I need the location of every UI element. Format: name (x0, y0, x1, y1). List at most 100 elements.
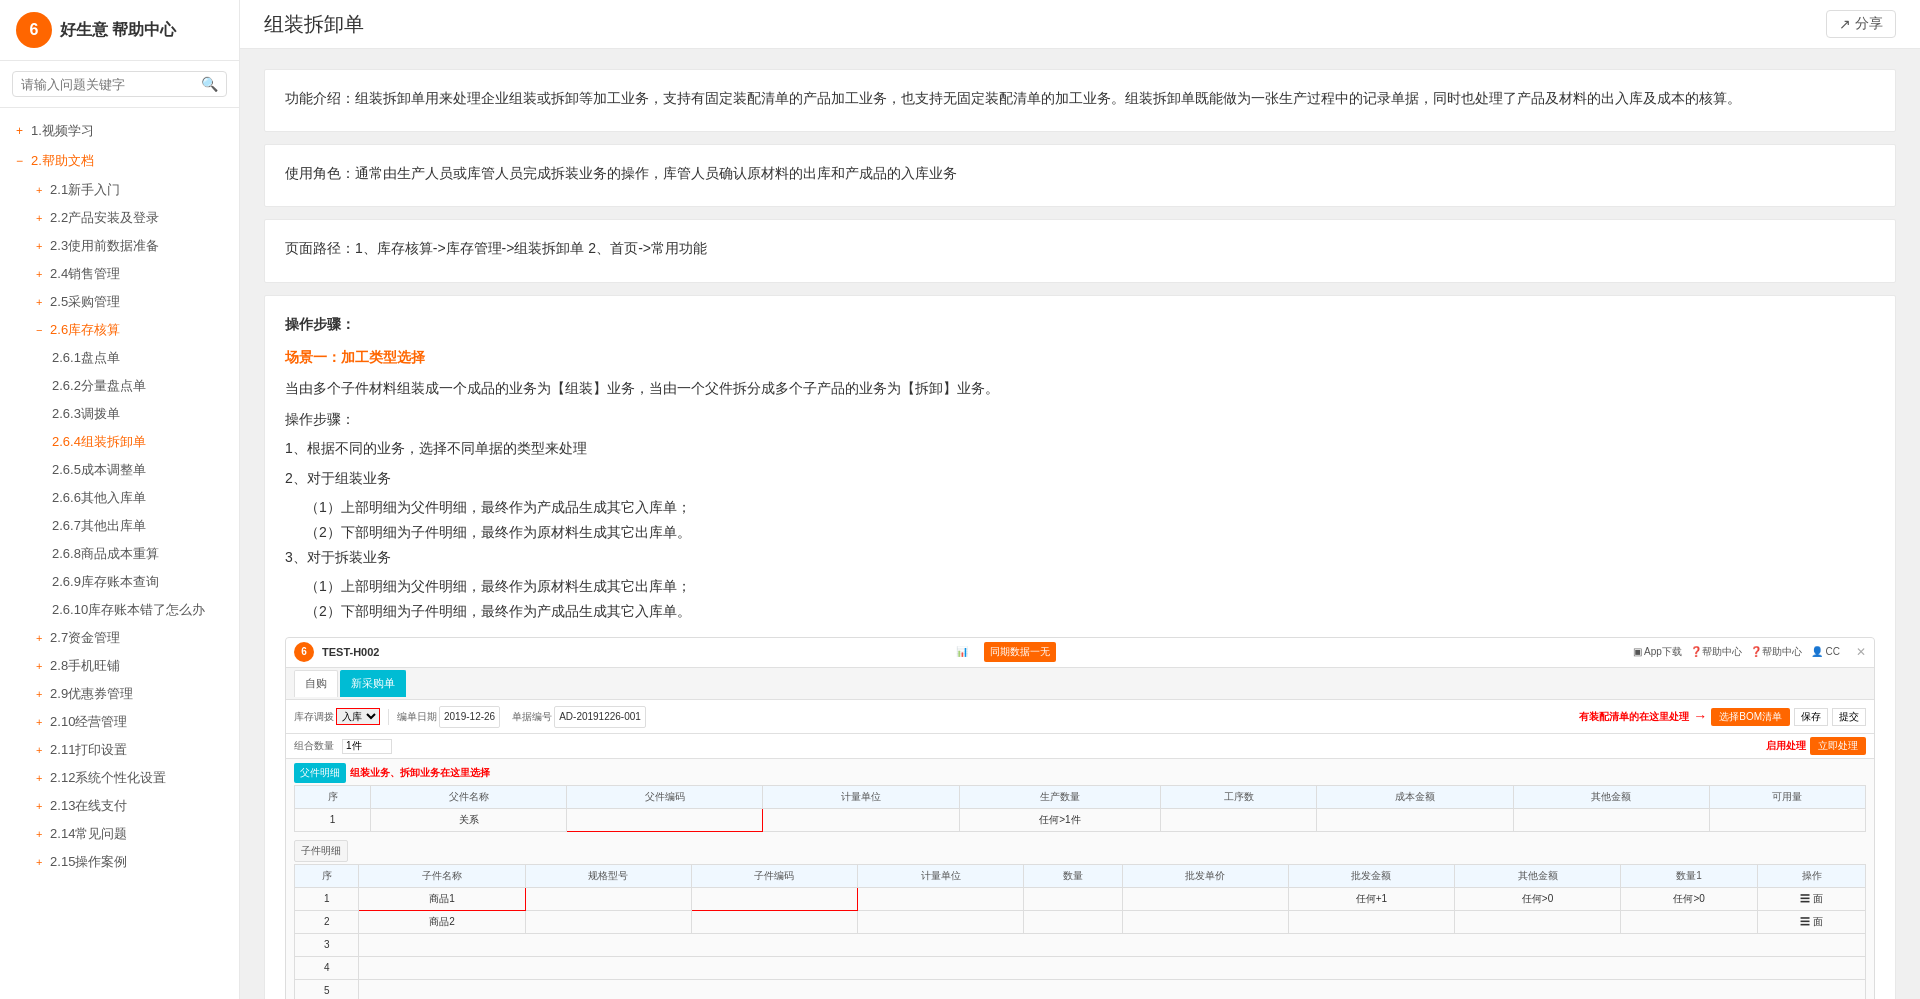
table-row: 1 关系 任何>1件 (295, 809, 1866, 832)
main-area: 组装拆卸单 ↗ 分享 功能介绍：组装拆卸单用来处理企业组装或拆卸等加工业务，支持… (240, 0, 1920, 999)
col-spec: 规格型号 (525, 865, 691, 888)
ss-nav-tabs: 自购 新采购单 (286, 668, 1874, 700)
ss-close-icon[interactable]: ✕ (1856, 642, 1866, 664)
ss-tab-zigou[interactable]: 自购 (294, 670, 338, 697)
share-button[interactable]: ↗ 分享 (1826, 10, 1896, 38)
ss-submit-btn[interactable]: 提交 (1832, 708, 1866, 726)
ss-bom-btn[interactable]: 选择BOM清单 (1711, 708, 1790, 726)
sidebar-item-label: 1.视频学习 (31, 122, 94, 140)
sidebar-item-sysconfig[interactable]: + 2.12系统个性化设置 (0, 764, 239, 792)
ss-enable-btn[interactable]: 立即处理 (1810, 737, 1866, 755)
content-area: 功能介绍：组装拆卸单用来处理企业组装或拆卸等加工业务，支持有固定装配清单的产品加… (240, 49, 1920, 999)
col-unit: 计量单位 (763, 786, 959, 809)
step3-1: （1）上部明细为父件明细，最终作为原材料生成其它出库单； (305, 574, 1875, 599)
sidebar-item-print[interactable]: + 2.11打印设置 (0, 736, 239, 764)
cell-code (691, 888, 857, 911)
steps-title: 操作步骤： (285, 312, 1875, 337)
table-row: 3 (295, 934, 1866, 957)
sidebar-item-adjust[interactable]: 2.6.3调拨单 (0, 400, 239, 428)
sidebar-item-sales[interactable]: + 2.4销售管理 (0, 260, 239, 288)
search-box[interactable]: 🔍 (12, 71, 227, 97)
ss-upper-title: 父件明细 (294, 763, 346, 783)
ss-date-value: 2019-12-26 (439, 706, 500, 728)
cell-spec (525, 888, 691, 911)
col-qty2: 数量1 (1621, 865, 1758, 888)
ss-brand: TEST-H002 (322, 643, 379, 663)
scenario1-desc: 当由多个子件材料组装成一个成品的业务为【组装】业务，当由一个父件拆分成多个子产品… (285, 376, 1875, 401)
ss-lower-label-row: 子件明细 (294, 840, 1866, 862)
path-text: 页面路径：1、库存核算->库存管理->组装拆卸单 2、首页->常用功能 (285, 236, 1875, 261)
sidebar-item-install[interactable]: + 2.2产品安装及登录 (0, 204, 239, 232)
ss-field-billno: 单据编号 AD-20191226-001 (512, 706, 646, 728)
ss-save-btn[interactable]: 保存 (1794, 708, 1828, 726)
ss-qty-input[interactable] (342, 739, 392, 754)
sidebar-item-cost[interactable]: 2.6.5成本调整单 (0, 456, 239, 484)
ss-type-label: 库存调拨 (294, 708, 334, 726)
sidebar-item-cases[interactable]: + 2.15操作案例 (0, 848, 239, 876)
role-card: 使用角色：通常由生产人员或库管人员完成拆装业务的操作，库管人员确认原材料的出库和… (264, 144, 1896, 207)
sidebar-item-goodscost[interactable]: 2.6.8商品成本重算 (0, 540, 239, 568)
col-prodqty: 生产数量 (959, 786, 1161, 809)
cell-avail (1709, 809, 1865, 832)
sidebar-item-stockerr[interactable]: 2.6.10库存账本错了怎么办 (0, 596, 239, 624)
sidebar-item-faq[interactable]: + 2.14常见问题 (0, 820, 239, 848)
col-seq: 序 (295, 865, 359, 888)
col-amount: 批发金额 (1288, 865, 1454, 888)
cell-qty (1024, 888, 1122, 911)
sidebar-item-purchase[interactable]: + 2.5采购管理 (0, 288, 239, 316)
col-parent-name: 父件名称 (371, 786, 567, 809)
app-window-header: 6 TEST-H002 📊 同期数据一无 ▣ App下载 ❓帮助中心 ❓帮助中心… (286, 638, 1874, 669)
sidebar-item-newbie[interactable]: + 2.1新手入门 (0, 176, 239, 204)
search-area: 🔍 (0, 61, 239, 108)
col-child-code: 子件编码 (691, 865, 857, 888)
ss-tab-new[interactable]: 新采购单 (340, 670, 406, 697)
col-workers: 工序数 (1161, 786, 1317, 809)
sidebar-item-money[interactable]: + 2.7资金管理 (0, 624, 239, 652)
ss-toolbar: 库存调拨 入库 编单日期 2019-12-26 单据编号 AD-20191226… (286, 700, 1874, 734)
cell-price (1122, 888, 1288, 911)
sidebar-item-stocktake[interactable]: 2.6.1盘点单 (0, 344, 239, 372)
sidebar-item-partial[interactable]: 2.6.2分量盘点单 (0, 372, 239, 400)
search-input[interactable] (21, 77, 201, 92)
expand-icon: + (36, 800, 42, 812)
sidebar-item-docs[interactable]: − 2.帮助文档 (0, 146, 239, 176)
expand-icon: + (16, 124, 23, 138)
cell-name: 关系 (371, 809, 567, 832)
cell-name: 商品1 (359, 888, 525, 911)
cell-amount: 任何+1 (1288, 888, 1454, 911)
ss-type-select[interactable]: 入库 (336, 708, 380, 725)
sidebar-item-mobile[interactable]: + 2.8手机旺铺 (0, 652, 239, 680)
col-qty: 数量 (1024, 865, 1122, 888)
ss-upper-annotation: 组装业务、拆卸业务在这里选择 (350, 764, 490, 782)
sidebar-item-assemble[interactable]: 2.6.4组装拆卸单 (0, 428, 239, 456)
sidebar-item-video[interactable]: + 1.视频学习 (0, 116, 239, 146)
ss-billno-value: AD-20191226-001 (554, 706, 646, 728)
sidebar-item-otherin[interactable]: 2.6.6其他入库单 (0, 484, 239, 512)
logo-area: 6 好生意 帮助中心 (0, 0, 239, 61)
sidebar-item-ops[interactable]: + 2.10经营管理 (0, 708, 239, 736)
sidebar-item-payment[interactable]: + 2.13在线支付 (0, 792, 239, 820)
ss-upper-label-row: 父件明细 组装业务、拆卸业务在这里选择 (294, 763, 1866, 783)
sidebar-item-coupon[interactable]: + 2.9优惠券管理 (0, 680, 239, 708)
sidebar-item-inventory[interactable]: − 2.6库存核算 (0, 316, 239, 344)
search-icon[interactable]: 🔍 (201, 76, 218, 92)
expand-icon: + (36, 828, 42, 840)
collapse-icon: − (36, 324, 42, 336)
expand-icon: + (36, 184, 42, 196)
col-price: 批发单价 (1122, 865, 1288, 888)
sidebar-item-label: 2.帮助文档 (31, 152, 94, 170)
ss-qty-label: 组合数量 (294, 737, 334, 755)
ss-lower-table: 序 子件名称 规格型号 子件编码 计量单位 数量 批发单价 批发金额 其他金额 … (294, 864, 1866, 999)
step3: 3、对于拆装业务 (285, 545, 1875, 570)
sidebar-item-otherout[interactable]: 2.6.7其他出库单 (0, 512, 239, 540)
sidebar-item-stockquery[interactable]: 2.6.9库存账本查询 (0, 568, 239, 596)
expand-icon: + (36, 212, 42, 224)
ss-period-btn[interactable]: 同期数据一无 (984, 642, 1056, 662)
expand-icon: + (36, 716, 42, 728)
ss-toolbar2: 组合数量 启用处理 立即处理 (286, 734, 1874, 759)
col-seq: 序 (295, 786, 371, 809)
sidebar-item-data[interactable]: + 2.3使用前数据准备 (0, 232, 239, 260)
sidebar: 6 好生意 帮助中心 🔍 + 1.视频学习 − 2.帮助文档 + 2.1新手入门… (0, 0, 240, 999)
top-bar: 组装拆卸单 ↗ 分享 (240, 0, 1920, 49)
cell-code (567, 809, 763, 832)
